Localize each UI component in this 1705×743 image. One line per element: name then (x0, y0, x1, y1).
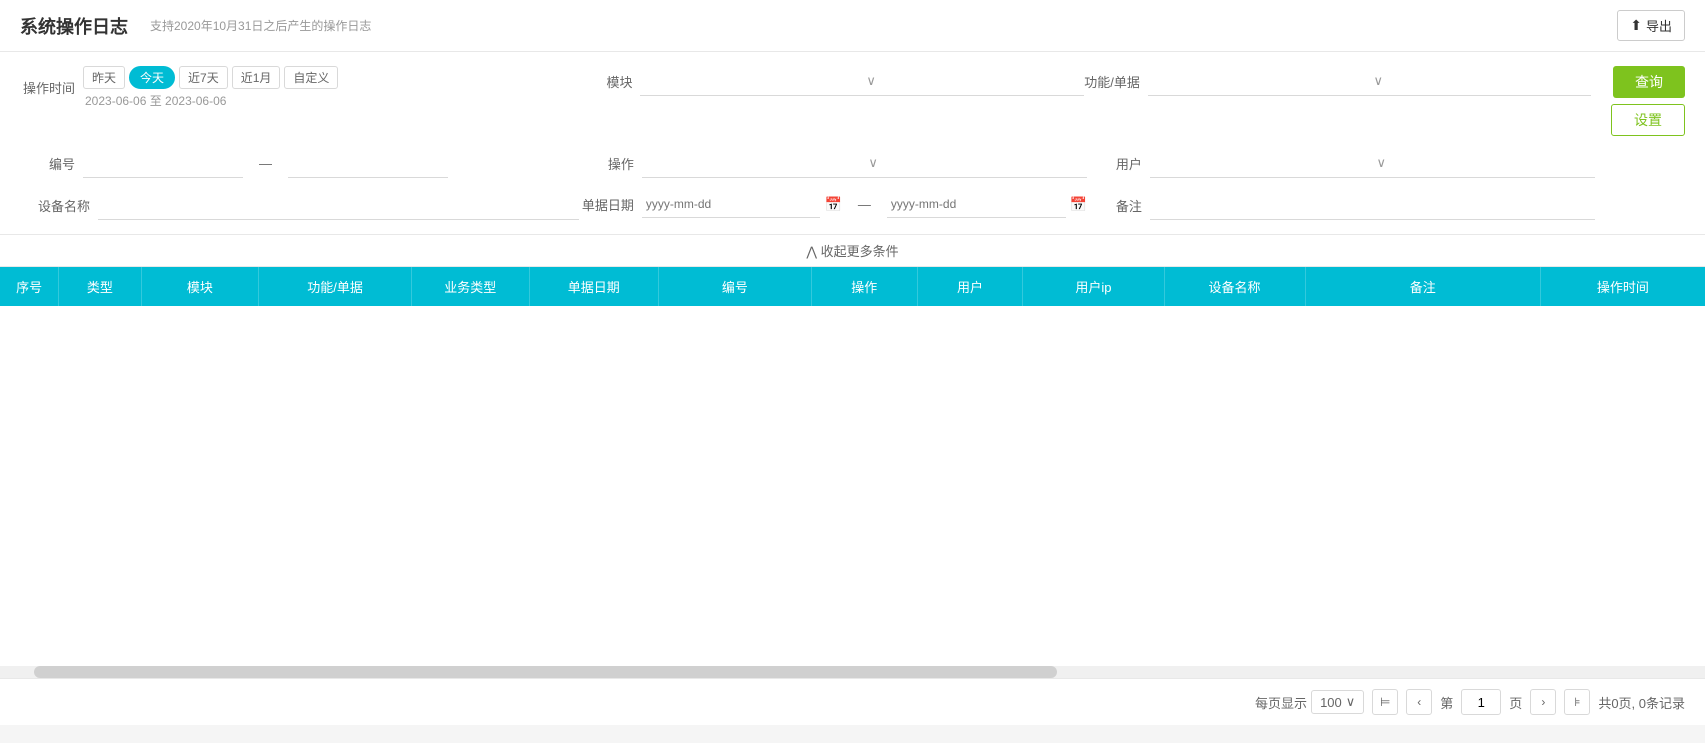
page-unit: 页 (1509, 693, 1522, 712)
time-btn-today[interactable]: 今天 (129, 66, 175, 89)
function-filter-item: 功能/单据 ∨ (1084, 66, 1591, 96)
time-label: 操作时间 (20, 78, 75, 97)
module-label: 模块 (577, 72, 632, 91)
user-filter-item: 用户 ∨ (1087, 148, 1595, 178)
col-user: 用户 (917, 267, 1023, 306)
col-user-ip: 用户ip (1023, 267, 1164, 306)
col-operation: 操作 (811, 267, 917, 306)
operation-filter-item: 操作 ∨ (579, 148, 1087, 178)
operation-label: 操作 (579, 154, 634, 173)
pagination-bar: 每页显示 100 ∨ ⊨ ‹ 第 页 › ⊧ 共0页, 0条记录 (0, 678, 1705, 725)
remark-input[interactable] (1150, 190, 1595, 220)
last-page-button[interactable]: ⊧ (1564, 689, 1590, 715)
prev-page-button[interactable]: ‹ (1406, 689, 1432, 715)
date-dash: — (858, 197, 871, 212)
code-dash: — (259, 156, 272, 171)
filter-area: 操作时间 昨天 今天 近7天 近1月 自定义 2023-06-06 至 2023… (0, 52, 1705, 235)
user-chevron-icon: ∨ (1372, 155, 1595, 171)
per-page-label: 每页显示 (1255, 693, 1307, 712)
time-btn-custom[interactable]: 自定义 (284, 66, 338, 89)
setting-button[interactable]: 设置 (1611, 104, 1685, 136)
table-header: 序号 类型 模块 功能/单据 业务类型 单据日期 编号 操作 用户 用户ip 设… (0, 267, 1705, 306)
action-buttons: 查询 设置 (1611, 66, 1685, 136)
date-to-wrapper: 📅 (887, 190, 1087, 218)
device-filter-item: 设备名称 (20, 190, 579, 220)
page-header: 系统操作日志 支持2020年10月31日之后产生的操作日志 ⬆ 导出 (0, 0, 1705, 52)
doc-date-filter-item: 单据日期 📅 — 📅 (579, 190, 1087, 218)
first-page-button[interactable]: ⊨ (1372, 689, 1398, 715)
time-filter-item: 操作时间 昨天 今天 近7天 近1月 自定义 2023-06-06 至 2023… (20, 66, 577, 109)
operation-select[interactable]: ∨ (642, 148, 1087, 178)
total-info: 共0页, 0条记录 (1598, 693, 1685, 712)
col-doc-date: 单据日期 (529, 267, 658, 306)
function-select[interactable]: ∨ (1148, 66, 1591, 96)
date-from-input[interactable] (642, 190, 821, 218)
col-op-time: 操作时间 (1540, 267, 1705, 306)
collapse-label: 收起更多条件 (821, 244, 899, 259)
page-size-selector: 每页显示 100 ∨ (1255, 690, 1364, 714)
time-btn-1month[interactable]: 近1月 (232, 66, 281, 89)
next-page-button[interactable]: › (1530, 689, 1556, 715)
horizontal-scrollbar[interactable] (0, 666, 1705, 678)
collapse-up-icon: ⋀ (806, 244, 820, 259)
time-btn-yesterday[interactable]: 昨天 (83, 66, 125, 89)
code-label: 编号 (20, 154, 75, 173)
col-biz-type: 业务类型 (412, 267, 530, 306)
date-from-wrapper: 📅 (642, 190, 842, 218)
scrollbar-thumb[interactable] (34, 666, 1057, 678)
filter-row-1: 操作时间 昨天 今天 近7天 近1月 自定义 2023-06-06 至 2023… (20, 66, 1685, 136)
code-from-input[interactable] (83, 148, 243, 178)
function-chevron-icon: ∨ (1369, 73, 1591, 89)
doc-date-label: 单据日期 (579, 195, 634, 214)
col-function: 功能/单据 (259, 267, 412, 306)
function-label: 功能/单据 (1084, 72, 1140, 91)
operation-chevron-icon: ∨ (864, 155, 1087, 171)
collapse-bar[interactable]: ⋀ 收起更多条件 (0, 235, 1705, 267)
calendar-to-icon[interactable]: 📅 (1070, 196, 1087, 213)
code-to-input[interactable] (288, 148, 448, 178)
device-input[interactable] (98, 190, 579, 220)
device-label: 设备名称 (20, 196, 90, 215)
col-code: 编号 (658, 267, 811, 306)
time-buttons: 昨天 今天 近7天 近1月 自定义 (83, 66, 338, 89)
export-label: 导出 (1646, 16, 1672, 35)
current-page-input[interactable] (1461, 689, 1501, 715)
query-button[interactable]: 查询 (1613, 66, 1685, 98)
col-seq: 序号 (0, 267, 59, 306)
date-to-input[interactable] (887, 190, 1066, 218)
per-page-value: 100 (1320, 695, 1342, 710)
filter-row-2: 编号 — 操作 ∨ 用户 ∨ (20, 148, 1685, 178)
time-filter: 昨天 今天 近7天 近1月 自定义 2023-06-06 至 2023-06-0… (83, 66, 338, 109)
page-title: 系统操作日志 (20, 13, 128, 39)
page-size-box[interactable]: 100 ∨ (1311, 690, 1364, 714)
module-filter-item: 模块 ∨ (577, 66, 1084, 96)
code-filter-item: 编号 — (20, 148, 579, 178)
table-header-row: 序号 类型 模块 功能/单据 业务类型 单据日期 编号 操作 用户 用户ip 设… (0, 267, 1705, 306)
calendar-from-icon[interactable]: 📅 (824, 196, 841, 213)
user-select[interactable]: ∨ (1150, 148, 1595, 178)
export-button[interactable]: ⬆ 导出 (1617, 10, 1685, 41)
col-remark: 备注 (1305, 267, 1540, 306)
filter-row-3: 设备名称 单据日期 📅 — 📅 备注 (20, 190, 1685, 220)
export-icon: ⬆ (1630, 17, 1642, 34)
module-chevron-icon: ∨ (862, 73, 1084, 89)
per-page-chevron-icon: ∨ (1346, 694, 1356, 710)
time-range: 2023-06-06 至 2023-06-06 (83, 92, 338, 109)
col-type: 类型 (59, 267, 141, 306)
user-label: 用户 (1087, 154, 1142, 173)
empty-area (0, 306, 1705, 666)
module-select[interactable]: ∨ (640, 66, 1084, 96)
time-btn-7days[interactable]: 近7天 (179, 66, 228, 89)
col-module: 模块 (141, 267, 259, 306)
page-subtitle: 支持2020年10月31日之后产生的操作日志 (150, 17, 371, 34)
col-device: 设备名称 (1164, 267, 1305, 306)
page-label: 第 (1440, 693, 1453, 712)
remark-label: 备注 (1087, 196, 1142, 215)
remark-filter-item: 备注 (1087, 190, 1595, 220)
table-container: 序号 类型 模块 功能/单据 业务类型 单据日期 编号 操作 用户 用户ip 设… (0, 267, 1705, 666)
data-table: 序号 类型 模块 功能/单据 业务类型 单据日期 编号 操作 用户 用户ip 设… (0, 267, 1705, 306)
